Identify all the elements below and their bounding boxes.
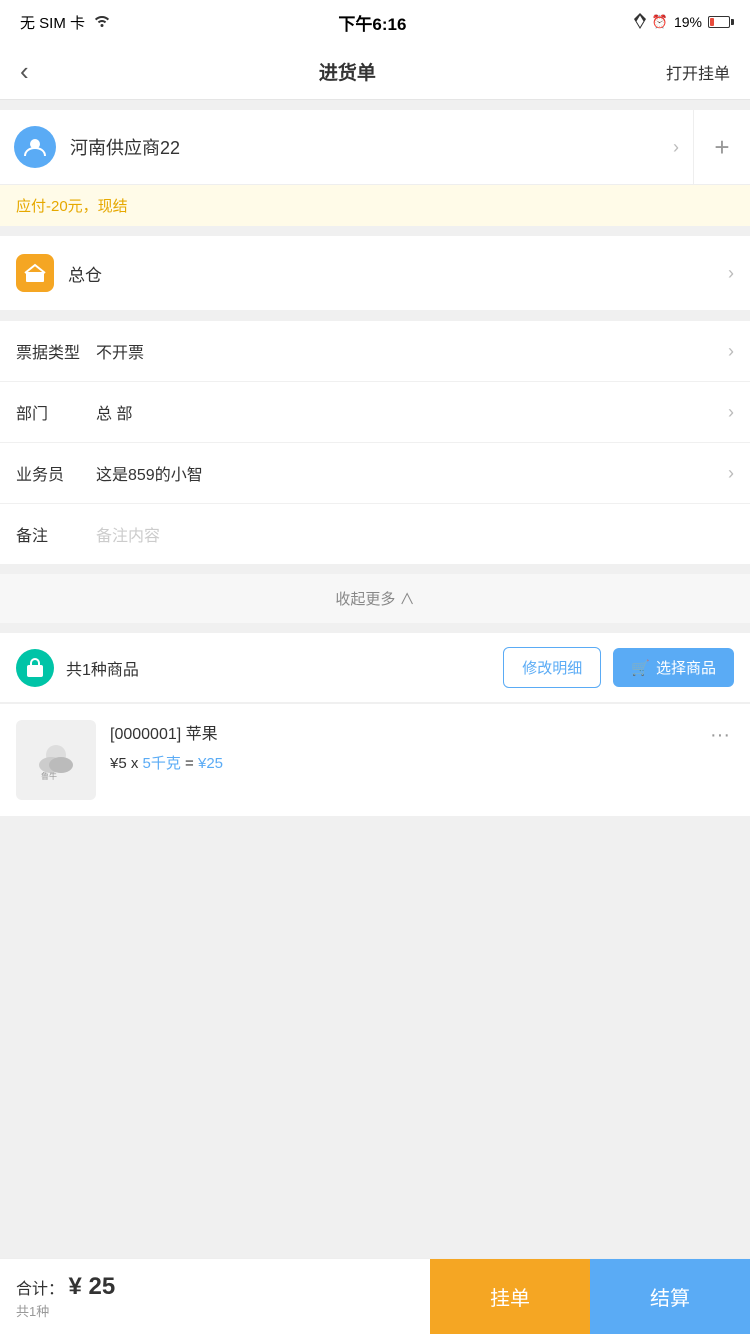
supplier-chevron-icon: › xyxy=(673,137,679,158)
open-hang-button[interactable]: 打开挂单 xyxy=(666,60,730,84)
supplier-section: 河南供应商22 › + xyxy=(0,110,750,185)
product-total: ¥25 xyxy=(198,755,223,772)
total-count: 共1种 xyxy=(16,1301,414,1320)
notice-bar: 应付-20元，现结 xyxy=(0,185,750,226)
product-more-button[interactable]: ··· xyxy=(706,720,734,751)
nav-bar: ‹ 进货单 打开挂单 xyxy=(0,44,750,100)
salesperson-row[interactable]: 业务员 这是859的小智 › xyxy=(0,443,750,504)
status-bar: 无 SIM 卡 下午6:16 ⏰ 19% xyxy=(0,0,750,44)
remark-label: 备注 xyxy=(16,522,96,546)
notice-text: 应付-20元，现结 xyxy=(16,198,128,215)
content: 河南供应商22 › + 应付-20元，现结 总仓 › 票据类型 不开票 › 部门… xyxy=(0,100,750,896)
alarm-icon: ⏰ xyxy=(652,14,668,30)
ticket-type-row[interactable]: 票据类型 不开票 › xyxy=(0,321,750,382)
status-carrier: 无 SIM 卡 xyxy=(20,12,111,33)
battery-icon xyxy=(708,16,730,28)
separator xyxy=(0,100,750,110)
department-value: 总 部 xyxy=(96,400,728,424)
cart-icon: 🛒 xyxy=(631,659,650,677)
product-item: 鲁牛 [0000001] 苹果 ¥5 x 5千克 = ¥25 ··· xyxy=(0,704,750,816)
product-price: ¥5 x 5千克 = ¥25 xyxy=(110,752,692,773)
form-section: 票据类型 不开票 › 部门 总 部 › 业务员 这是859的小智 › 备注 备注… xyxy=(0,321,750,564)
product-count-text: 共1种商品 xyxy=(66,656,491,680)
ticket-type-value: 不开票 xyxy=(96,339,728,363)
remark-row[interactable]: 备注 备注内容 xyxy=(0,504,750,564)
department-chevron-icon: › xyxy=(728,402,734,423)
total-amount: ¥ 25 xyxy=(68,1273,115,1300)
svg-text:鲁牛: 鲁牛 xyxy=(41,771,57,781)
total-section: 合计： ¥ 25 共1种 xyxy=(0,1273,430,1320)
warehouse-icon xyxy=(16,254,54,292)
salesperson-value: 这是859的小智 xyxy=(96,461,728,485)
supplier-row[interactable]: 河南供应商22 › xyxy=(0,110,693,185)
status-right: ⏰ 19% xyxy=(634,13,730,32)
settle-button[interactable]: 结算 xyxy=(590,1259,750,1334)
product-count-icon xyxy=(16,649,54,687)
carrier-text: 无 SIM 卡 xyxy=(20,12,85,33)
total-label: 合计： xyxy=(16,1281,64,1298)
supplier-avatar xyxy=(14,126,56,168)
back-button[interactable]: ‹ xyxy=(20,56,29,87)
ticket-type-chevron-icon: › xyxy=(728,341,734,362)
warehouse-name: 总仓 xyxy=(68,261,728,286)
collapse-button[interactable]: 收起更多 ∧ xyxy=(0,574,750,623)
edit-detail-button[interactable]: 修改明细 xyxy=(503,647,601,688)
location-icon xyxy=(634,13,646,32)
product-header: 共1种商品 修改明细 🛒 选择商品 xyxy=(0,633,750,702)
total-row: 合计： ¥ 25 xyxy=(16,1273,414,1301)
status-time: 下午6:16 xyxy=(338,10,406,35)
add-supplier-button[interactable]: + xyxy=(694,110,750,185)
bottom-bar: 合计： ¥ 25 共1种 挂单 结算 xyxy=(0,1258,750,1334)
product-thumbnail: 鲁牛 xyxy=(16,720,96,800)
warehouse-row[interactable]: 总仓 › xyxy=(0,236,750,311)
product-name: [0000001] 苹果 xyxy=(110,720,692,744)
battery-percentage: 19% xyxy=(674,14,702,30)
product-quantity: 5千克 xyxy=(143,755,181,772)
supplier-name: 河南供应商22 xyxy=(70,134,673,160)
select-product-button[interactable]: 🛒 选择商品 xyxy=(613,648,734,687)
department-label: 部门 xyxy=(16,400,96,424)
remark-placeholder: 备注内容 xyxy=(96,522,734,546)
department-row[interactable]: 部门 总 部 › xyxy=(0,382,750,443)
salesperson-label: 业务员 xyxy=(16,461,96,485)
wifi-icon xyxy=(93,13,111,31)
product-info: [0000001] 苹果 ¥5 x 5千克 = ¥25 xyxy=(110,720,692,773)
salesperson-chevron-icon: › xyxy=(728,463,734,484)
hang-button[interactable]: 挂单 xyxy=(430,1259,590,1334)
warehouse-chevron-icon: › xyxy=(728,263,734,284)
ticket-type-label: 票据类型 xyxy=(16,339,96,363)
page-title: 进货单 xyxy=(319,58,376,85)
